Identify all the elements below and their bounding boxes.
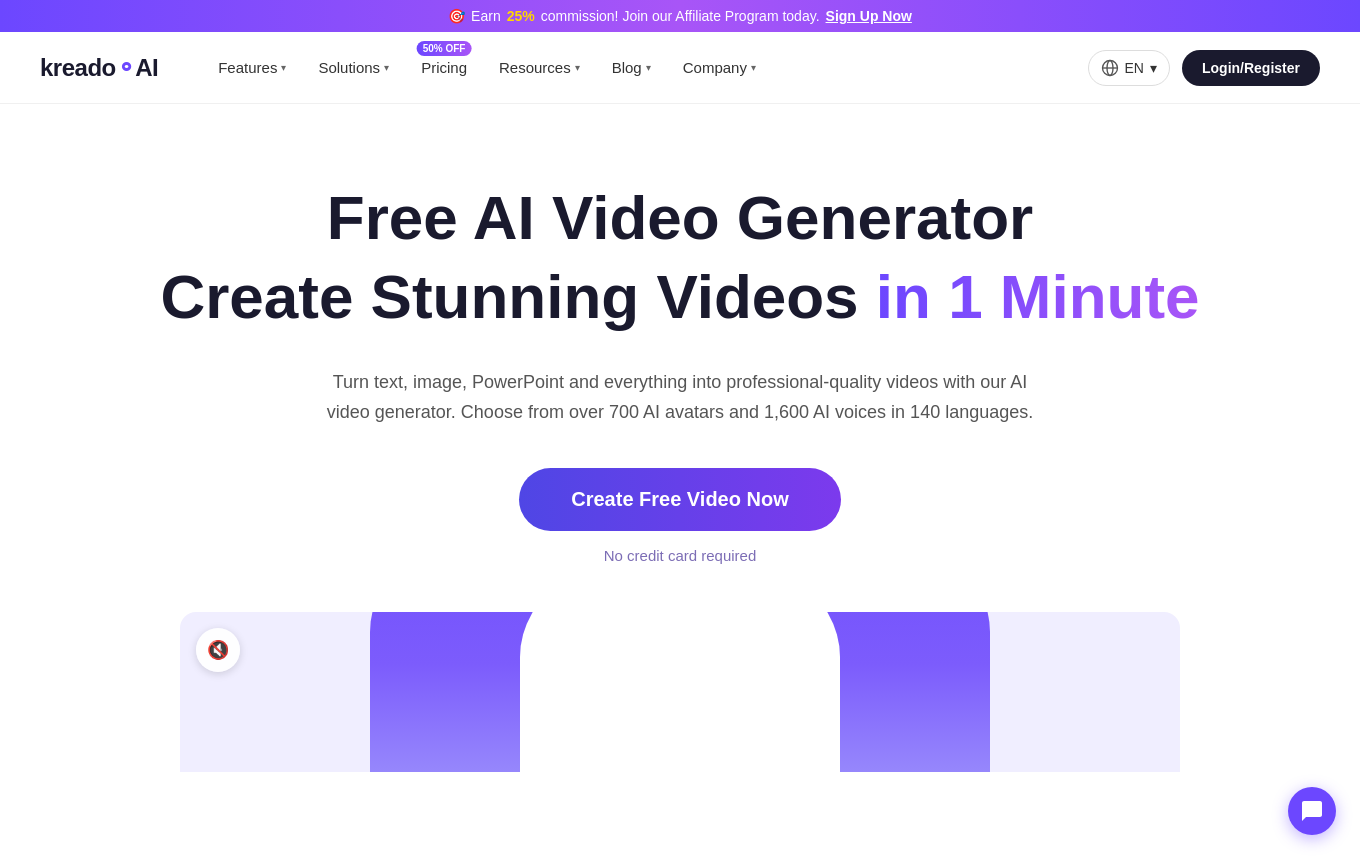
nav-item-features[interactable]: Features ▾ [206,51,298,84]
create-free-video-button[interactable]: Create Free Video Now [519,468,840,531]
logo[interactable]: kreado⚬AI [40,54,158,82]
logo-dot: ⚬ [116,54,136,81]
banner-highlight: 25% [507,8,535,24]
chevron-down-icon: ▾ [1150,60,1157,76]
banner-prefix: Earn [471,8,501,24]
video-arch-inner [520,612,840,772]
navbar: kreado⚬AI Features ▾ Solutions ▾ 50% OFF… [0,32,1360,104]
logo-ai: AI [135,54,158,81]
hero-title-line2: Create Stunning Videos in 1 Minute [20,260,1340,334]
announcement-banner: 🎯 Earn 25% commission! Join our Affiliat… [0,0,1360,32]
chat-icon [1300,799,1324,812]
hero-title-accent: in 1 Minute [876,262,1200,331]
nav-item-company[interactable]: Company ▾ [671,51,768,84]
chevron-down-icon: ▾ [281,62,286,73]
nav-features-label: Features [218,59,277,76]
login-register-button[interactable]: Login/Register [1182,50,1320,86]
chevron-down-icon: ▾ [384,62,389,73]
nav-item-resources[interactable]: Resources ▾ [487,51,592,84]
hero-title-line1: Free AI Video Generator [20,184,1340,252]
video-preview: 🔇 [180,612,1180,772]
nav-item-blog[interactable]: Blog ▾ [600,51,663,84]
nav-solutions-label: Solutions [318,59,380,76]
hero-section: Free AI Video Generator Create Stunning … [0,104,1360,812]
language-label: EN [1125,60,1144,76]
nav-item-pricing[interactable]: 50% OFF Pricing [409,51,479,84]
nav-resources-label: Resources [499,59,571,76]
banner-signup-link[interactable]: Sign Up Now [826,8,912,24]
hero-subtitle: Turn text, image, PowerPoint and everyth… [320,367,1040,428]
nav-blog-label: Blog [612,59,642,76]
banner-icon: 🎯 [448,8,465,24]
banner-suffix: commission! Join our Affiliate Program t… [541,8,820,24]
nav-links: Features ▾ Solutions ▾ 50% OFF Pricing R… [206,51,1087,84]
nav-right: EN ▾ Login/Register [1088,50,1320,86]
chevron-down-icon: ▾ [646,62,651,73]
logo-text: kreado⚬AI [40,54,158,82]
chevron-down-icon: ▾ [575,62,580,73]
language-selector[interactable]: EN ▾ [1088,50,1170,86]
pricing-badge: 50% OFF [417,41,472,56]
nav-pricing-label: Pricing [421,59,467,76]
no-credit-text: No credit card required [20,547,1340,564]
video-inner: 🔇 [180,612,1180,772]
nav-company-label: Company [683,59,747,76]
globe-icon [1101,59,1119,77]
mute-icon: 🔇 [207,639,229,661]
chevron-down-icon: ▾ [751,62,756,73]
hero-title-prefix: Create Stunning Videos [160,262,875,331]
nav-item-solutions[interactable]: Solutions ▾ [306,51,401,84]
mute-button[interactable]: 🔇 [196,628,240,672]
